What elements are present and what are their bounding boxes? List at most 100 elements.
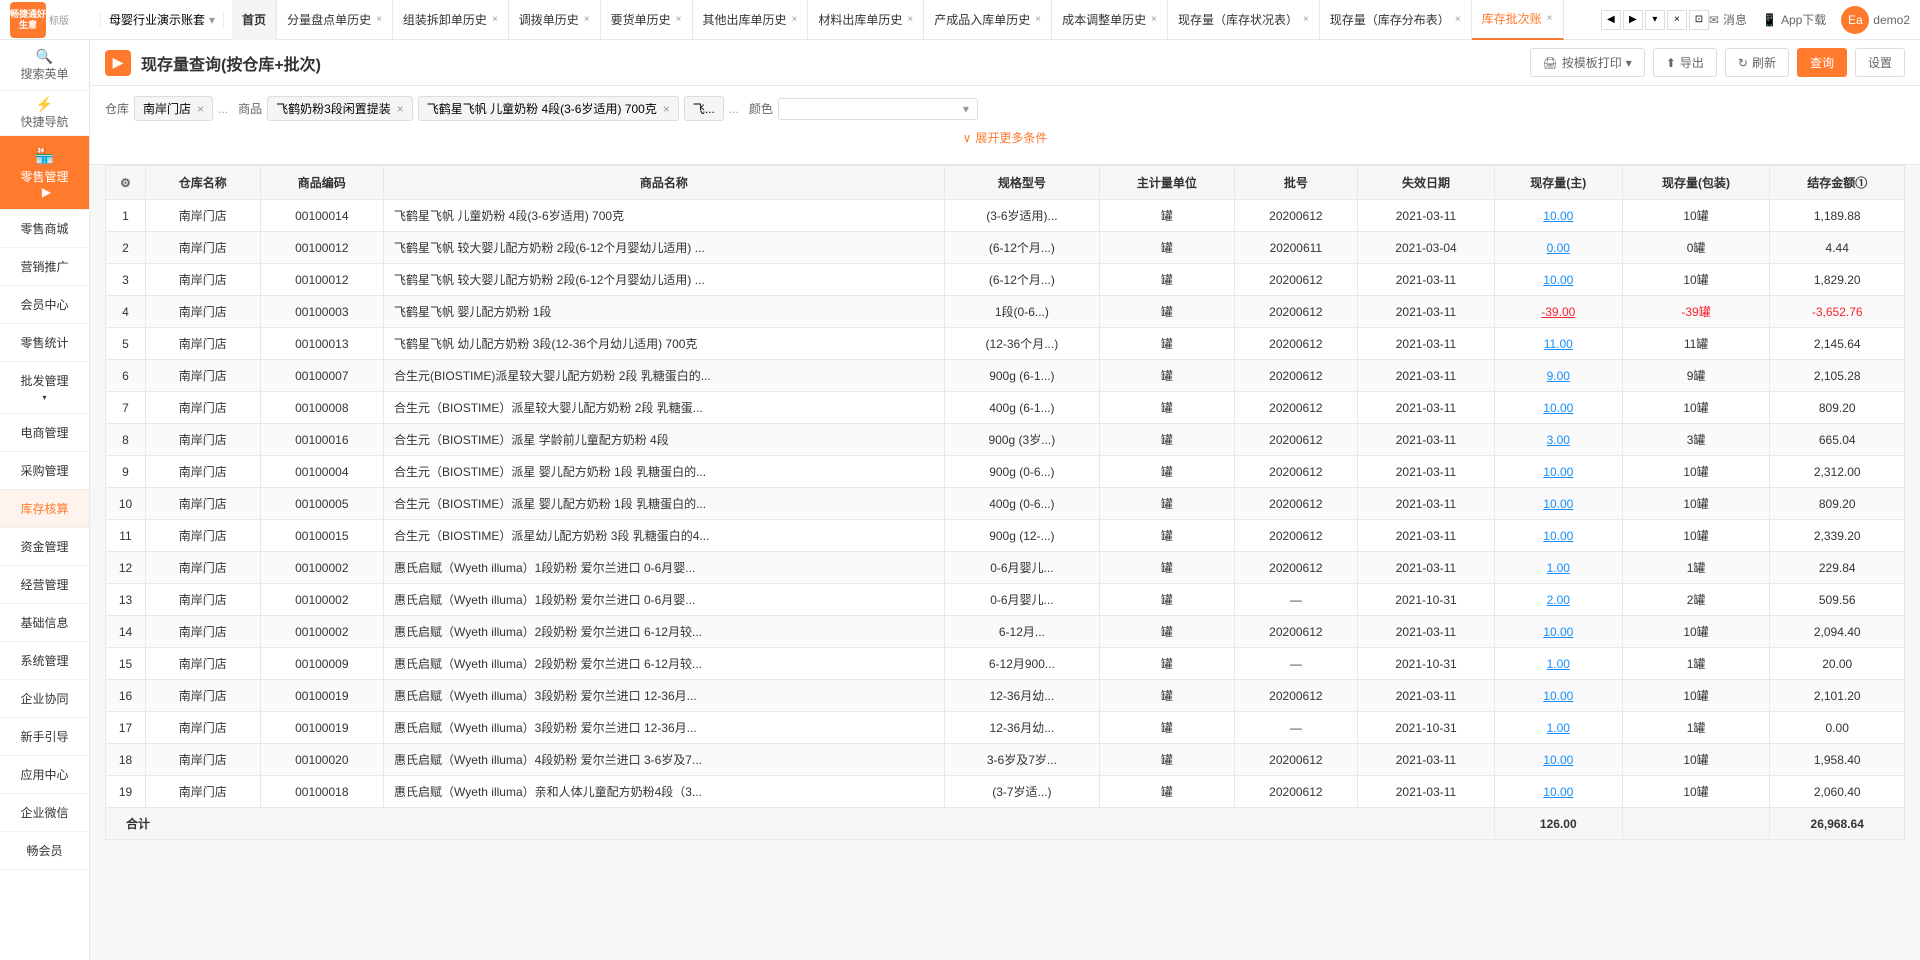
- warehouse-tag[interactable]: 南岸门店 ×: [134, 96, 213, 121]
- tab-home[interactable]: 首页: [232, 0, 277, 40]
- sidebar-item-wechat[interactable]: 企业微信: [0, 794, 89, 832]
- sidebar-item-purchase[interactable]: 采购管理: [0, 452, 89, 490]
- col-spec: 规格型号: [944, 166, 1100, 200]
- expand-more-button[interactable]: ∨ 展开更多条件: [105, 129, 1905, 146]
- query-button[interactable]: 查询: [1797, 48, 1847, 77]
- product-tag-2-close[interactable]: ×: [663, 102, 670, 116]
- main-layout: 🔍 搜索英单 ⚡ 快捷导航 🏪 零售管理 ▶ 零售商城 营销推广 会员中心 零售…: [0, 40, 1920, 960]
- tab-close-5[interactable]: ×: [792, 14, 798, 25]
- footer-label: 合计: [106, 808, 1495, 840]
- account-label: 母婴行业演示账套: [109, 11, 205, 28]
- warehouse-tag-close[interactable]: ×: [197, 102, 204, 116]
- sidebar-item-management[interactable]: 经营管理: [0, 566, 89, 604]
- tab-11[interactable]: 库存批次账 ×: [1472, 0, 1564, 40]
- page-title: 现存量查询(按仓库+批次): [141, 51, 321, 75]
- top-right: ✉ 消息 📱 App下载 Ea demo2: [1709, 6, 1910, 34]
- tab-1[interactable]: 分量盘点单历史 ×: [277, 0, 393, 40]
- sidebar-item-enterprise[interactable]: 企业协同: [0, 680, 89, 718]
- tab-close-all[interactable]: ×: [1667, 10, 1687, 30]
- refresh-button[interactable]: ↻ 刷新: [1725, 48, 1789, 77]
- message-button[interactable]: ✉ 消息: [1709, 11, 1747, 28]
- warehouse-more[interactable]: ...: [218, 102, 228, 116]
- table-wrapper: ⚙ 仓库名称 商品编码 商品名称 规格型号 主计量单位 批号 失效日期 现存量(…: [90, 165, 1920, 960]
- table-row: 15 南岸门店 00100009 惠氏启赋（Wyeth illuma）2段奶粉 …: [106, 648, 1905, 680]
- product-tag-2[interactable]: 飞鹤星飞帆 儿童奶粉 4段(3-6岁适用) 700克 ×: [418, 96, 679, 121]
- sidebar-item-member[interactable]: 会员中心: [0, 286, 89, 324]
- col-code: 商品编码: [260, 166, 383, 200]
- col-qty-pkg: 现存量(包装): [1622, 166, 1770, 200]
- account-dropdown[interactable]: 母婴行业演示账套 ▾: [100, 11, 224, 28]
- tab-close-3[interactable]: ×: [584, 14, 590, 25]
- sidebar-item-system[interactable]: 系统管理: [0, 642, 89, 680]
- col-name: 商品名称: [384, 166, 945, 200]
- tab-close-7[interactable]: ×: [1035, 14, 1041, 25]
- table-row: 18 南岸门店 00100020 惠氏启赋（Wyeth illuma）4段奶粉 …: [106, 744, 1905, 776]
- tab-5[interactable]: 其他出库单历史 ×: [693, 0, 809, 40]
- table-row: 19 南岸门店 00100018 惠氏启赋（Wyeth illuma）亲和人体儿…: [106, 776, 1905, 808]
- export-button[interactable]: ⬆ 导出: [1653, 48, 1717, 77]
- logo: 畅捷通好生意 标版: [10, 2, 100, 38]
- chevron-down-icon: ▾: [42, 393, 46, 402]
- tab-close-2[interactable]: ×: [492, 14, 498, 25]
- gear-icon[interactable]: ⚙: [120, 176, 131, 190]
- product-tag-more[interactable]: 飞...: [684, 96, 724, 121]
- table-row: 3 南岸门店 00100012 飞鹤星飞帆 较大婴儿配方奶粉 2段(6-12个月…: [106, 264, 1905, 296]
- tab-4[interactable]: 要货单历史 ×: [601, 0, 693, 40]
- sidebar-item-finance[interactable]: 资金管理: [0, 528, 89, 566]
- sidebar-search[interactable]: 🔍 搜索英单: [0, 40, 89, 91]
- tab-next[interactable]: ▶: [1623, 10, 1643, 30]
- sidebar-item-basics[interactable]: 基础信息: [0, 604, 89, 642]
- table-row: 9 南岸门店 00100004 合生元（BIOSTIME）派星 婴儿配方奶粉 1…: [106, 456, 1905, 488]
- sidebar-item-retail-mall[interactable]: 零售商城: [0, 210, 89, 248]
- color-filter: 颜色 ▾: [749, 98, 978, 120]
- sidebar-item-guide[interactable]: 新手引导: [0, 718, 89, 756]
- sidebar-item-inventory[interactable]: 库存核算: [0, 490, 89, 528]
- dropdown-chevron: ▾: [209, 13, 215, 27]
- color-input[interactable]: ▾: [778, 98, 978, 120]
- sidebar-item-wholesale[interactable]: 批发管理 ▾: [0, 362, 89, 414]
- tab-2[interactable]: 组装拆卸单历史 ×: [393, 0, 509, 40]
- sidebar-item-ecommerce[interactable]: 电商管理: [0, 414, 89, 452]
- chevron-down-icon: ∨: [963, 131, 972, 145]
- sidebar-item-member2[interactable]: 畅会员: [0, 832, 89, 870]
- product-more[interactable]: ...: [729, 102, 739, 116]
- product-tag-1-close[interactable]: ×: [397, 102, 404, 116]
- tab-6[interactable]: 材料出库单历史 ×: [808, 0, 924, 40]
- tab-close-1[interactable]: ×: [376, 14, 382, 25]
- tab-3[interactable]: 调拨单历史 ×: [509, 0, 601, 40]
- tab-7[interactable]: 产成品入库单历史 ×: [924, 0, 1052, 40]
- tab-prev[interactable]: ◀: [1601, 10, 1621, 30]
- table-row: 11 南岸门店 00100015 合生元（BIOSTIME）派星幼儿配方奶粉 3…: [106, 520, 1905, 552]
- col-warehouse: 仓库名称: [146, 166, 261, 200]
- print-button[interactable]: 🖨 按模板打印 ▾: [1530, 48, 1645, 77]
- product-tag-1[interactable]: 飞鹤奶粉3段闲置提装 ×: [267, 96, 413, 121]
- page-header: ▶ 现存量查询(按仓库+批次) 🖨 按模板打印 ▾ ⬆ 导出 ↻ 刷新: [90, 40, 1920, 86]
- tab-close-8[interactable]: ×: [1151, 14, 1157, 25]
- back-button[interactable]: ▶: [105, 50, 131, 76]
- sidebar-item-retail-stats[interactable]: 零售统计: [0, 324, 89, 362]
- tab-9[interactable]: 现存量（库存状况表） ×: [1168, 0, 1320, 40]
- sidebar-quick-nav[interactable]: ⚡ 快捷导航: [0, 91, 89, 136]
- tab-close-4[interactable]: ×: [676, 14, 682, 25]
- table-row: 2 南岸门店 00100012 飞鹤星飞帆 较大婴儿配方奶粉 2段(6-12个月…: [106, 232, 1905, 264]
- tab-10[interactable]: 现存量（库存分布表） ×: [1320, 0, 1472, 40]
- print-icon: 🖨: [1543, 56, 1558, 70]
- sidebar-item-marketing[interactable]: 营销推广: [0, 248, 89, 286]
- filter-bar: 仓库 南岸门店 × ... 商品 飞鹤奶粉3段闲置提装 × 飞鹤星飞帆 儿童奶粉…: [90, 86, 1920, 165]
- tab-menu[interactable]: ▾: [1645, 10, 1665, 30]
- tab-close-6[interactable]: ×: [907, 14, 913, 25]
- user-profile[interactable]: Ea demo2: [1841, 6, 1910, 34]
- tab-close-11[interactable]: ×: [1547, 13, 1553, 24]
- app-download-button[interactable]: 📱 App下载: [1762, 11, 1826, 28]
- tab-expand[interactable]: ⊡: [1689, 10, 1709, 30]
- tab-8[interactable]: 成本调整单历史 ×: [1052, 0, 1168, 40]
- settings-button[interactable]: 设置: [1855, 48, 1905, 77]
- sidebar-item-retail[interactable]: 🏪 零售管理 ▶: [0, 136, 89, 210]
- tab-close-9[interactable]: ×: [1303, 14, 1309, 25]
- col-settings[interactable]: ⚙: [106, 166, 146, 200]
- table-row: 14 南岸门店 00100002 惠氏启赋（Wyeth illuma）2段奶粉 …: [106, 616, 1905, 648]
- print-dropdown-icon: ▾: [1626, 56, 1632, 70]
- sidebar-item-app-center[interactable]: 应用中心: [0, 756, 89, 794]
- tab-close-10[interactable]: ×: [1455, 14, 1461, 25]
- username: demo2: [1873, 13, 1910, 27]
